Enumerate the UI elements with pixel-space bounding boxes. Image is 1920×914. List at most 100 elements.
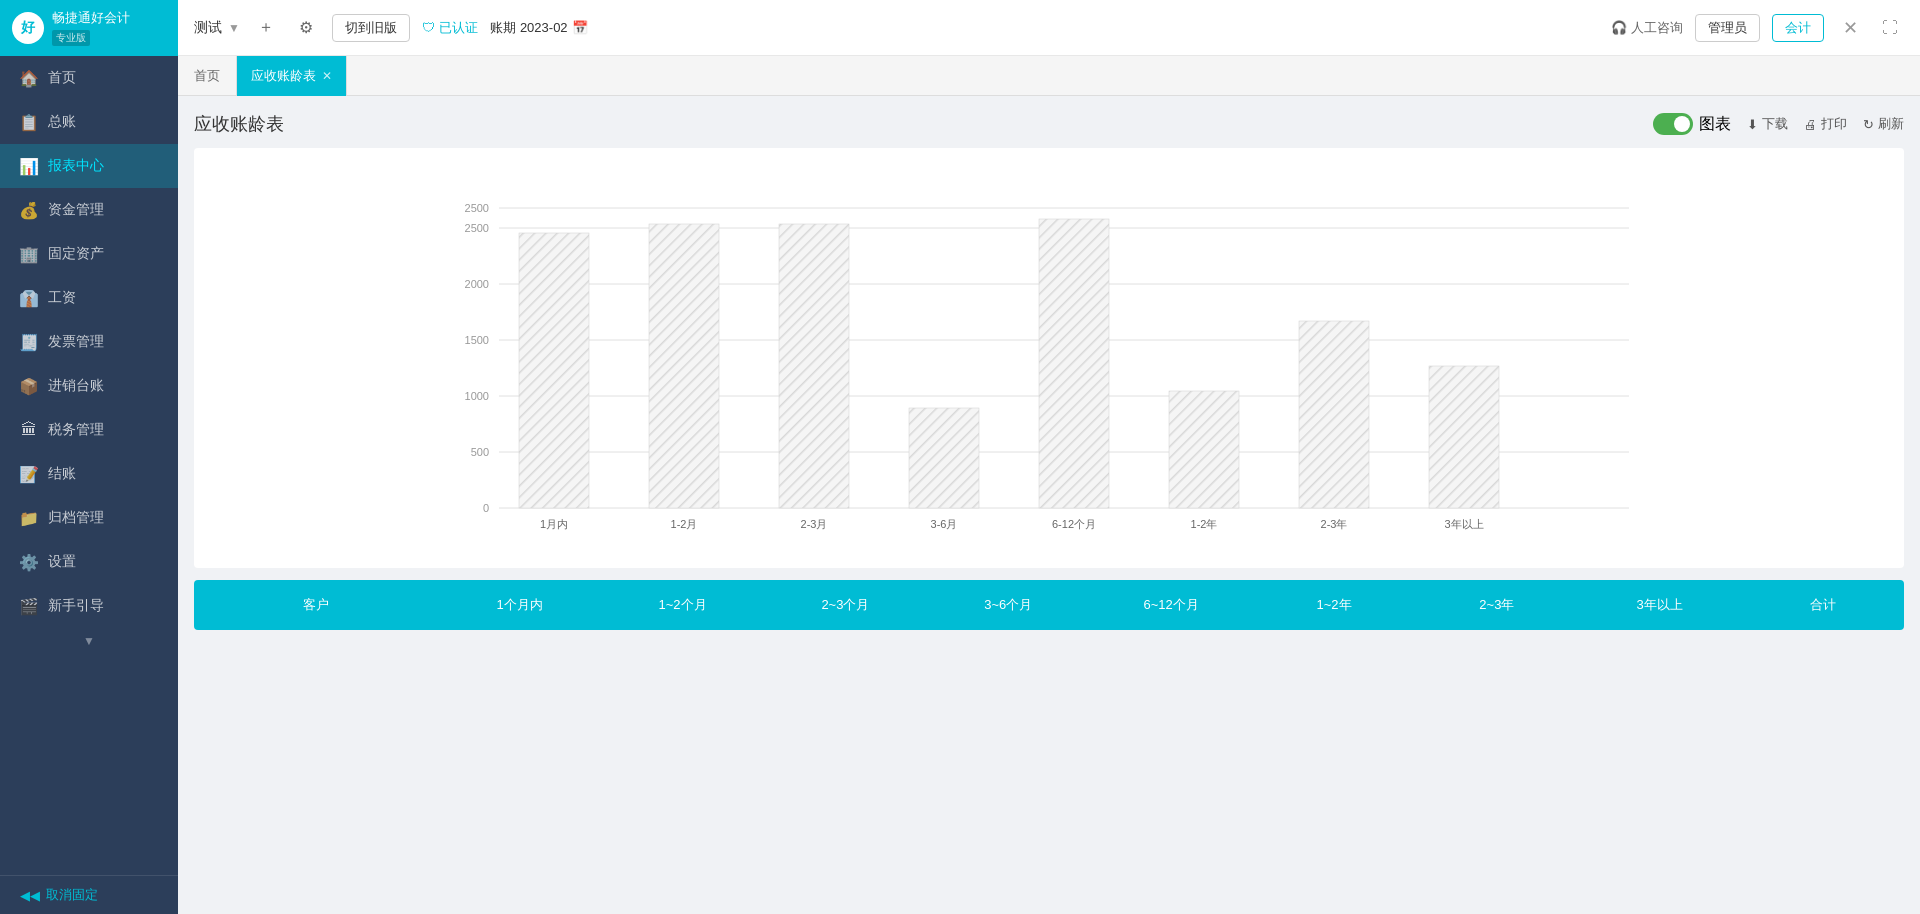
- period-label: 账期: [490, 19, 516, 37]
- sidebar-item-结账[interactable]: 📝结账: [0, 452, 178, 496]
- svg-text:2500: 2500: [465, 222, 489, 234]
- cancel-fixed-label: 取消固定: [46, 886, 98, 904]
- header-actions: 图表 ⬇ 下载 🖨 打印 ↻ 刷新: [1653, 113, 1904, 135]
- svg-text:2-3年: 2-3年: [1321, 518, 1348, 530]
- svg-text:2500: 2500: [465, 202, 489, 214]
- consult-button[interactable]: 🎧 人工咨询: [1611, 19, 1683, 37]
- sidebar-item-归档管理[interactable]: 📁归档管理: [0, 496, 178, 540]
- sidebar-icon-5: 👔: [20, 289, 38, 307]
- tab-aging-label: 应收账龄表: [251, 67, 316, 85]
- old-version-button[interactable]: 切到旧版: [332, 14, 410, 42]
- sidebar-item-固定资产[interactable]: 🏢固定资产: [0, 232, 178, 276]
- sidebar-scroll-down[interactable]: ▼: [0, 628, 178, 654]
- sidebar-label-12: 新手引导: [48, 597, 104, 615]
- th-2~3个月: 2~3个月: [764, 580, 927, 630]
- sidebar-item-工资[interactable]: 👔 工资: [0, 276, 178, 320]
- sidebar-scroll: 🏠首页📋总账 📊 报表中心 💰资金管理🏢固定资产 👔 工资 🧾发票管理📦进销台账 🏛 税务管理 📝…: [0, 56, 178, 875]
- sidebar-item-总账[interactable]: 📋总账: [0, 100, 178, 144]
- svg-rect-19: [1169, 391, 1239, 508]
- svg-rect-16: [779, 224, 849, 508]
- sidebar-logo: 好 畅捷通好会计 专业版: [0, 0, 178, 56]
- svg-rect-20: [1299, 321, 1369, 508]
- tab-close-icon[interactable]: ✕: [322, 69, 332, 83]
- logo-text-wrap: 畅捷通好会计 专业版: [52, 10, 130, 46]
- svg-text:0: 0: [483, 502, 489, 514]
- sidebar-item-税务管理[interactable]: 🏛 税务管理: [0, 408, 178, 452]
- sidebar-label-8: 税务管理: [48, 421, 104, 439]
- sidebar-label-0: 首页: [48, 69, 76, 87]
- th-6~12个月: 6~12个月: [1090, 580, 1253, 630]
- chart-area: 0 500 1000 1500 2000 2500 2500: [214, 168, 1884, 548]
- app-name: 畅捷通好会计: [52, 10, 130, 27]
- sidebar-icon-10: 📁: [20, 509, 38, 527]
- certified-badge: 🛡 已认证: [422, 19, 478, 37]
- period-value: 2023-02: [520, 20, 568, 35]
- svg-text:3年以上: 3年以上: [1444, 518, 1483, 530]
- calendar-icon[interactable]: 📅: [572, 20, 588, 35]
- refresh-label: 刷新: [1878, 115, 1904, 133]
- chart-toggle[interactable]: [1653, 113, 1693, 135]
- table-container: 客户1个月内1~2个月2~3个月3~6个月6~12个月1~2年2~3年3年以上合…: [194, 580, 1904, 630]
- user-button[interactable]: 管理员: [1695, 14, 1760, 42]
- sidebar-label-2: 报表中心: [48, 157, 104, 175]
- page-header: 应收账龄表 图表 ⬇ 下载 🖨 打印 ↻ 刷新: [194, 112, 1904, 136]
- th-1~2年: 1~2年: [1253, 580, 1416, 630]
- expand-button[interactable]: ⛶: [1876, 14, 1904, 42]
- settings-icon[interactable]: ⚙: [292, 14, 320, 42]
- period-display: 账期 2023-02 📅: [490, 19, 588, 37]
- chart-toggle-label: 图表: [1699, 114, 1731, 135]
- sidebar-item-设置[interactable]: ⚙️设置: [0, 540, 178, 584]
- sidebar-label-5: 工资: [48, 289, 76, 307]
- refresh-icon: ↻: [1863, 117, 1874, 132]
- chart-container: 0 500 1000 1500 2000 2500 2500: [194, 148, 1904, 568]
- close-button[interactable]: ✕: [1836, 14, 1864, 42]
- chart-toggle-wrap: 图表: [1653, 113, 1731, 135]
- chevron-down-icon: ▼: [228, 21, 240, 35]
- sidebar-icon-12: 🎬: [20, 597, 38, 615]
- certified-label: 已认证: [439, 19, 478, 37]
- svg-text:2000: 2000: [465, 278, 489, 290]
- sidebar-icon-2: 📊: [20, 157, 38, 175]
- logo-icon: 好: [12, 12, 44, 44]
- print-label: 打印: [1821, 115, 1847, 133]
- svg-rect-21: [1429, 366, 1499, 508]
- refresh-button[interactable]: ↻ 刷新: [1863, 115, 1904, 133]
- th-客户: 客户: [194, 580, 438, 630]
- tab-aging-report[interactable]: 应收账龄表 ✕: [237, 56, 347, 96]
- sidebar-label-4: 固定资产: [48, 245, 104, 263]
- sidebar-item-进销台账[interactable]: 📦进销台账: [0, 364, 178, 408]
- add-button[interactable]: ＋: [252, 14, 280, 42]
- th-2~3年: 2~3年: [1415, 580, 1578, 630]
- th-1个月内: 1个月内: [438, 580, 601, 630]
- svg-rect-15: [649, 224, 719, 508]
- bar-chart-svg: 0 500 1000 1500 2000 2500 2500: [214, 168, 1884, 548]
- download-icon: ⬇: [1747, 117, 1758, 132]
- sidebar-item-新手引导[interactable]: 🎬 新手引导: [0, 584, 178, 628]
- svg-text:3-6月: 3-6月: [931, 518, 958, 530]
- print-button[interactable]: 🖨 打印: [1804, 115, 1847, 133]
- sidebar-icon-8: 🏛: [20, 421, 38, 439]
- sidebar-icon-7: 📦: [20, 377, 38, 395]
- svg-text:1500: 1500: [465, 334, 489, 346]
- tab-home[interactable]: 首页: [194, 56, 237, 96]
- sidebar-item-发票管理[interactable]: 🧾发票管理: [0, 320, 178, 364]
- print-icon: 🖨: [1804, 117, 1817, 132]
- svg-text:1-2月: 1-2月: [671, 518, 698, 530]
- sidebar-label-6: 发票管理: [48, 333, 104, 351]
- th-合计: 合计: [1741, 580, 1904, 630]
- table-header: 客户1个月内1~2个月2~3个月3~6个月6~12个月1~2年2~3年3年以上合…: [194, 580, 1904, 630]
- svg-rect-14: [519, 233, 589, 508]
- download-button[interactable]: ⬇ 下载: [1747, 115, 1788, 133]
- project-selector[interactable]: 测试 ▼: [194, 19, 240, 37]
- th-3~6个月: 3~6个月: [927, 580, 1090, 630]
- sidebar-item-首页[interactable]: 🏠首页: [0, 56, 178, 100]
- sidebar: 好 畅捷通好会计 专业版 🏠首页📋总账 📊 报表中心 💰资金管理🏢固定资产 👔 工资 🧾发票…: [0, 0, 178, 914]
- sidebar-label-9: 结账: [48, 465, 76, 483]
- sidebar-item-资金管理[interactable]: 💰资金管理: [0, 188, 178, 232]
- shield-icon: 🛡: [422, 20, 435, 35]
- svg-text:1月内: 1月内: [540, 518, 568, 530]
- app-edition: 专业版: [52, 30, 90, 46]
- sidebar-item-报表中心[interactable]: 📊 报表中心: [0, 144, 178, 188]
- cancel-fixed-button[interactable]: ◀◀ 取消固定: [0, 875, 178, 914]
- role-button[interactable]: 会计: [1772, 14, 1824, 42]
